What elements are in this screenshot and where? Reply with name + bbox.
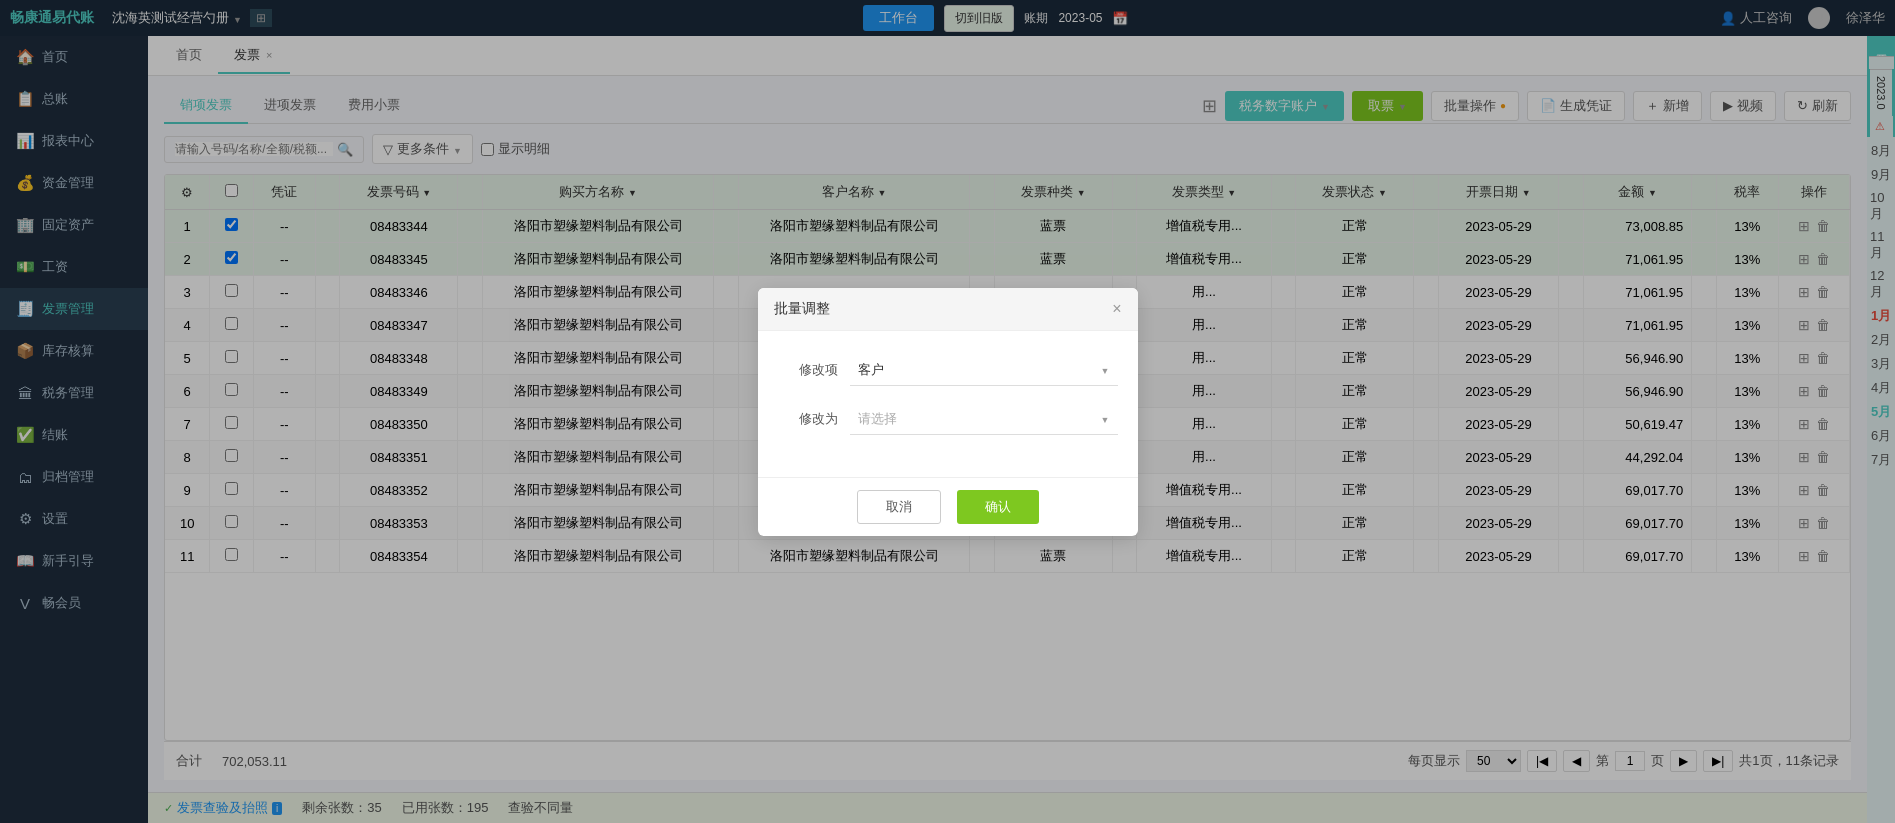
modify-to-field-row: 修改为 请选择	[778, 404, 1118, 435]
modal-footer: 取消 确认	[758, 477, 1138, 536]
modify-item-select[interactable]: 客户	[850, 355, 1118, 386]
modal-body: 修改项 客户 修改为 请选择	[758, 331, 1138, 477]
modify-item-value: 客户	[858, 361, 884, 379]
batch-adjust-modal: 批量调整 × 修改项 客户 修改为 请选择 取消 确认	[758, 288, 1138, 536]
modify-to-label: 修改为	[778, 410, 838, 428]
modal-header: 批量调整 ×	[758, 288, 1138, 331]
modal-title: 批量调整	[774, 300, 830, 318]
modal-cancel-button[interactable]: 取消	[857, 490, 941, 524]
modal-confirm-button[interactable]: 确认	[957, 490, 1039, 524]
modify-to-chevron	[1101, 411, 1110, 426]
modify-item-chevron	[1101, 362, 1110, 377]
modal-close-button[interactable]: ×	[1112, 300, 1121, 318]
modify-to-placeholder: 请选择	[858, 410, 897, 428]
modify-field-row: 修改项 客户	[778, 355, 1118, 386]
modify-item-label: 修改项	[778, 361, 838, 379]
modal-overlay: 批量调整 × 修改项 客户 修改为 请选择 取消 确认	[0, 0, 1895, 823]
modify-to-select[interactable]: 请选择	[850, 404, 1118, 435]
